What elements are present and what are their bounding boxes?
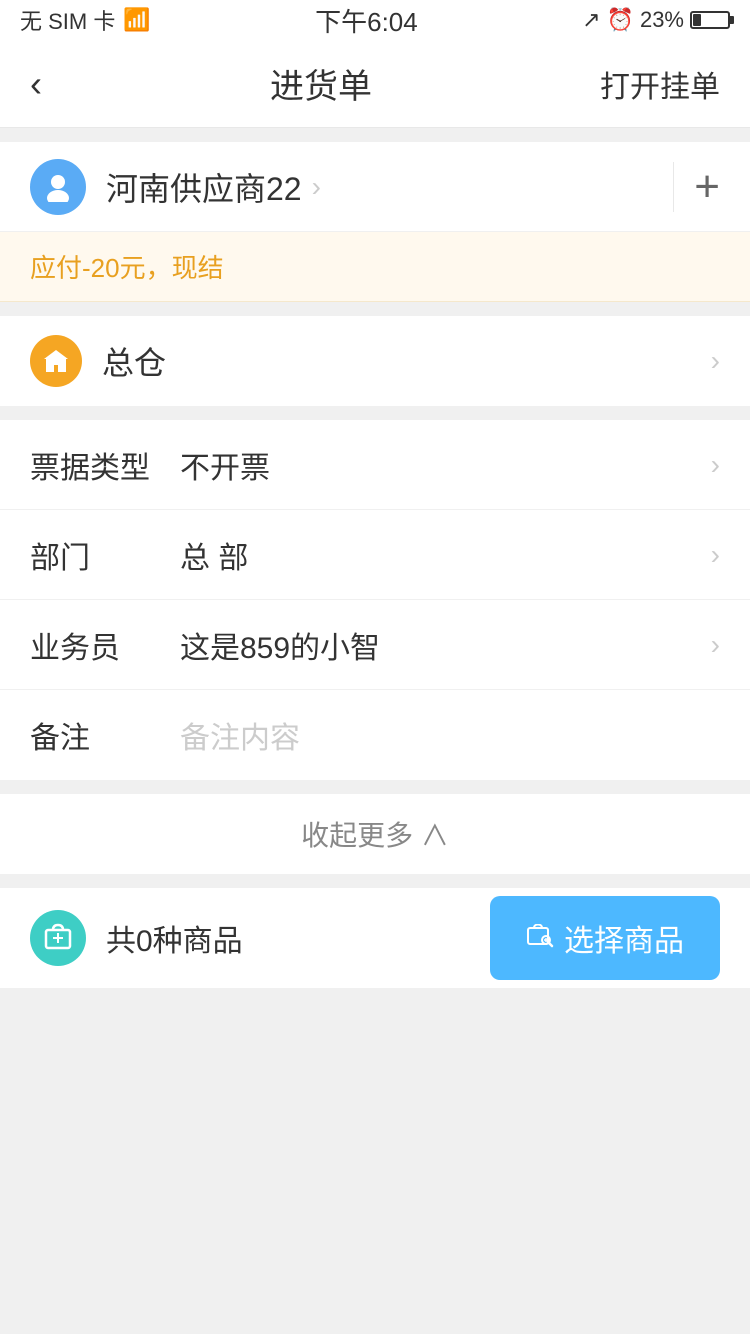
product-count: 共0种商品 xyxy=(106,916,490,960)
invoice-chevron-icon: › xyxy=(711,449,720,481)
notice-text: 应付-20元，现结 xyxy=(30,253,224,283)
status-left: 无 SIM 卡 📶 xyxy=(20,4,151,36)
remark-row[interactable]: 备注 备注内容 xyxy=(0,690,750,780)
warehouse-chevron-icon: › xyxy=(711,345,720,377)
divider xyxy=(673,162,674,212)
select-product-icon xyxy=(526,924,554,952)
invoice-row[interactable]: 票据类型 不开票 › xyxy=(0,420,750,510)
alarm-icon: ⏰ xyxy=(607,7,634,33)
collapse-bar[interactable]: 收起更多 ∧ xyxy=(0,794,750,874)
status-right: ↗ ⏰ 23% xyxy=(582,7,730,33)
sales-value: 这是859的小智 xyxy=(180,623,701,667)
department-value: 总 部 xyxy=(180,533,701,577)
time-label: 下午6:04 xyxy=(315,2,418,39)
avatar xyxy=(30,159,86,215)
invoice-value: 不开票 xyxy=(180,443,701,487)
department-chevron-icon: › xyxy=(711,539,720,571)
battery-label: 23% xyxy=(640,7,684,33)
sales-label: 业务员 xyxy=(30,623,150,667)
department-label: 部门 xyxy=(30,533,150,577)
warehouse-icon xyxy=(30,335,82,387)
supplier-name: 河南供应商22 xyxy=(106,164,302,210)
form-section: 票据类型 不开票 › 部门 总 部 › 业务员 这是859的小智 › 备注 备注… xyxy=(0,420,750,780)
invoice-label: 票据类型 xyxy=(30,443,150,487)
remark-label: 备注 xyxy=(30,713,150,757)
person-icon xyxy=(43,172,73,202)
back-button[interactable]: ‹ xyxy=(30,63,42,105)
select-product-button[interactable]: 选择商品 xyxy=(490,896,720,980)
product-icon xyxy=(30,910,86,966)
carrier-label: 无 SIM 卡 xyxy=(20,4,115,36)
supplier-left: 河南供应商22 › xyxy=(30,159,653,215)
nav-bar: ‹ 进货单 打开挂单 xyxy=(0,40,750,128)
page-title: 进货单 xyxy=(270,59,372,108)
warehouse-row[interactable]: 总仓 › xyxy=(0,316,750,406)
home-icon xyxy=(42,347,70,375)
supplier-row[interactable]: 河南供应商22 › + xyxy=(0,142,750,232)
warehouse-name: 总仓 xyxy=(102,338,701,384)
content: 河南供应商22 › + 应付-20元，现结 总仓 › 票据类型 不开票 › xyxy=(0,142,750,988)
notice-bar: 应付-20元，现结 xyxy=(0,232,750,302)
department-row[interactable]: 部门 总 部 › xyxy=(0,510,750,600)
bottom-bar: 共0种商品 选择商品 xyxy=(0,888,750,988)
sales-row[interactable]: 业务员 这是859的小智 › xyxy=(0,600,750,690)
cart-icon xyxy=(42,922,74,954)
battery-icon xyxy=(690,11,730,29)
warehouse-section: 总仓 › xyxy=(0,316,750,406)
wifi-icon: 📶 xyxy=(123,7,150,33)
select-product-label: 选择商品 xyxy=(564,916,684,960)
add-supplier-button[interactable]: + xyxy=(694,165,720,209)
supplier-chevron-icon: › xyxy=(312,171,321,203)
status-bar: 无 SIM 卡 📶 下午6:04 ↗ ⏰ 23% xyxy=(0,0,750,40)
sales-chevron-icon: › xyxy=(711,629,720,661)
supplier-section: 河南供应商22 › + 应付-20元，现结 xyxy=(0,142,750,302)
location-icon: ↗ xyxy=(582,7,600,33)
open-pending-button[interactable]: 打开挂单 xyxy=(600,62,720,106)
remark-input[interactable]: 备注内容 xyxy=(180,713,720,757)
collapse-label: 收起更多 ∧ xyxy=(301,814,449,854)
